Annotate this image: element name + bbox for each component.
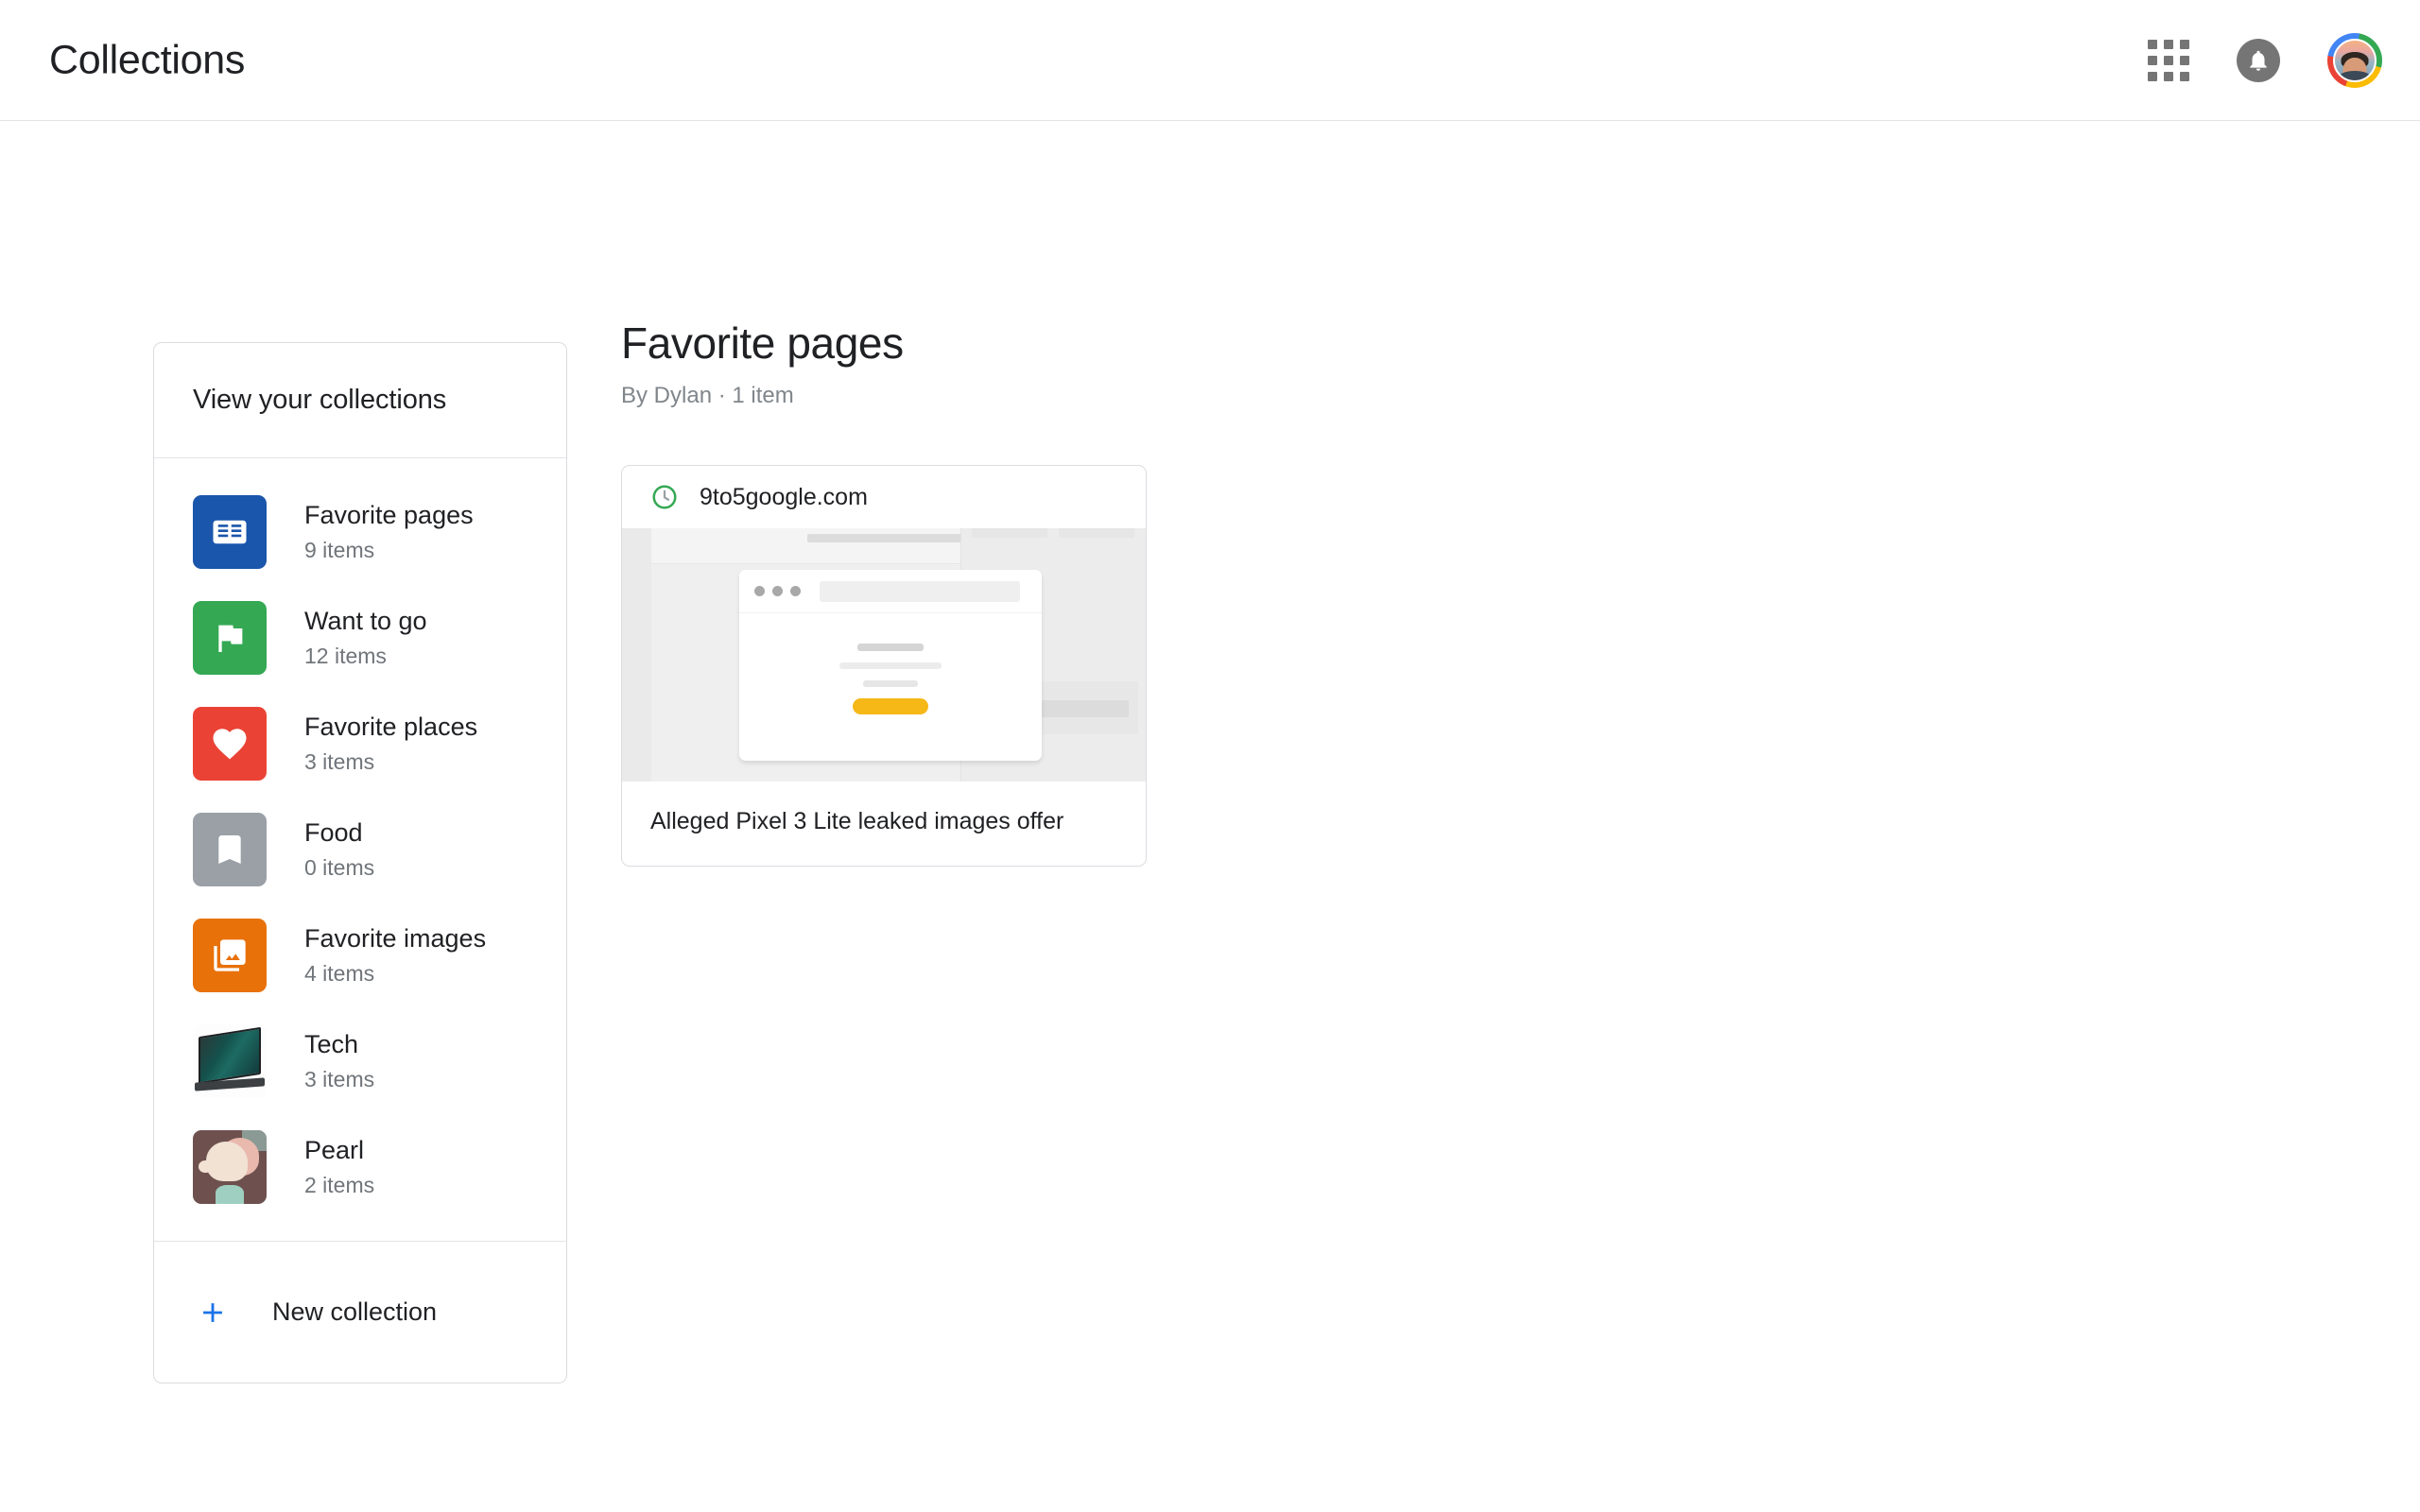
article-glyph <box>213 520 247 544</box>
sidebar-item-count: 12 items <box>304 644 387 669</box>
heart-icon <box>193 707 267 781</box>
placeholder-left-column <box>622 528 651 782</box>
apps-grid-cell <box>2180 55 2189 65</box>
bookmark-glyph <box>218 835 241 864</box>
article-icon <box>193 495 267 569</box>
sidebar-item-label: Food <box>304 818 363 848</box>
browser-mock-text-line <box>857 644 924 651</box>
apps-grid-cell <box>2148 71 2157 81</box>
avatar-photo <box>2333 38 2377 82</box>
placeholder-right-box <box>1059 528 1134 538</box>
browser-mock-dot <box>754 586 765 596</box>
card-source-row: 9to5google.com <box>622 466 1146 528</box>
browser-mock-url-bar <box>820 580 1020 602</box>
sidebar-item-label: Favorite places <box>304 713 478 742</box>
browser-mock-text-line <box>863 680 918 687</box>
browser-mock-cta-button <box>853 698 928 714</box>
sidebar-item-text: Pearl 2 items <box>304 1135 374 1198</box>
sidebar-item-label: Pearl <box>304 1136 365 1165</box>
sidebar-item-text: Favorite images 4 items <box>304 923 486 987</box>
sidebar-header: View your collections <box>154 343 566 458</box>
apps-grid-cell <box>2180 39 2189 49</box>
avatar-body <box>2339 70 2371 80</box>
sidebar-item-label: Tech <box>304 1030 359 1059</box>
sidebar-item-count: 3 items <box>304 1067 375 1092</box>
sidebar-item-text: Food 0 items <box>304 817 374 881</box>
bell-glyph <box>2250 50 2267 71</box>
browser-mock-text-line <box>839 662 942 669</box>
laptop-screen <box>199 1026 261 1085</box>
sidebar-item-count: 4 items <box>304 961 375 987</box>
laptop-photo-thumbnail <box>193 1024 267 1098</box>
page-body: View your collections Favorite pages 9 i… <box>0 121 2420 1512</box>
app-header: Collections <box>0 0 2420 121</box>
browser-window-placeholder <box>622 528 1146 782</box>
new-collection-button[interactable]: New collection <box>154 1241 566 1383</box>
new-collection-label: New collection <box>272 1297 438 1326</box>
collection-subtitle: By Dylan · 1 item <box>621 383 794 408</box>
sidebar-item-count: 3 items <box>304 749 375 775</box>
apps-grid-cell <box>2148 55 2157 65</box>
plus-glyph <box>203 1302 222 1322</box>
apps-grid-cell <box>2148 39 2157 49</box>
sidebar-item-count: 2 items <box>304 1173 375 1198</box>
sidebar-item-favorite-pages[interactable]: Favorite pages 9 items <box>154 479 566 585</box>
sidebar-item-favorite-places[interactable]: Favorite places 3 items <box>154 691 566 797</box>
collections-sidebar: View your collections Favorite pages 9 i… <box>153 342 567 1383</box>
page-title: Collections <box>49 37 246 82</box>
card-source-name: 9to5google.com <box>700 483 868 510</box>
browser-mock-body <box>739 613 1042 714</box>
collection-title: Favorite pages <box>621 318 904 368</box>
pearl-body <box>216 1185 244 1204</box>
header-actions <box>2148 32 2382 88</box>
browser-mock-dot <box>790 586 801 596</box>
heart-glyph <box>213 729 247 760</box>
sidebar-item-label: Want to go <box>304 607 427 636</box>
flag-glyph <box>218 625 243 652</box>
pearl-head <box>206 1142 248 1181</box>
browser-mock-dot <box>772 586 783 596</box>
card-title: Alleged Pixel 3 Lite leaked images offer <box>650 808 1064 834</box>
browser-mock-titlebar <box>739 570 1042 613</box>
sidebar-item-text: Tech 3 items <box>304 1029 374 1092</box>
collections-list: Favorite pages 9 items Want to go 12 ite… <box>154 458 566 1241</box>
flag-icon <box>193 601 267 675</box>
character-photo-thumbnail <box>193 1130 267 1204</box>
sidebar-item-text: Favorite places 3 items <box>304 712 477 775</box>
history-clock-icon <box>652 485 677 509</box>
pearl-nose <box>199 1160 212 1173</box>
sidebar-item-label: Favorite pages <box>304 501 474 530</box>
bookmark-icon <box>193 813 267 886</box>
avatar[interactable] <box>2327 32 2382 88</box>
photo-library-icon <box>193 919 267 992</box>
sidebar-item-want-to-go[interactable]: Want to go 12 items <box>154 585 566 691</box>
browser-mock-window <box>739 570 1042 761</box>
bell-icon[interactable] <box>2237 38 2280 82</box>
sidebar-item-food[interactable]: Food 0 items <box>154 797 566 902</box>
sidebar-item-text: Want to go 12 items <box>304 606 427 669</box>
collection-item-card[interactable]: 9to5google.com Alleged Pixel 3 Lite leak… <box>621 465 1147 867</box>
sidebar-item-tech[interactable]: Tech 3 items <box>154 1008 566 1114</box>
sidebar-heading: View your collections <box>193 385 447 415</box>
apps-grid-cell <box>2180 71 2189 81</box>
sidebar-item-count: 9 items <box>304 538 375 563</box>
sidebar-item-favorite-images[interactable]: Favorite images 4 items <box>154 902 566 1008</box>
apps-grid-cell <box>2164 39 2173 49</box>
apps-grid-cell <box>2164 71 2173 81</box>
plus-icon <box>193 1297 233 1329</box>
sidebar-item-text: Favorite pages 9 items <box>304 500 474 563</box>
sidebar-item-label: Favorite images <box>304 924 487 954</box>
apps-grid-cell <box>2164 55 2173 65</box>
photo-library-glyph <box>214 939 246 971</box>
sidebar-item-count: 0 items <box>304 855 375 881</box>
apps-grid-icon[interactable] <box>2148 39 2189 81</box>
sidebar-item-pearl[interactable]: Pearl 2 items <box>154 1114 566 1220</box>
placeholder-right-box <box>972 528 1047 538</box>
